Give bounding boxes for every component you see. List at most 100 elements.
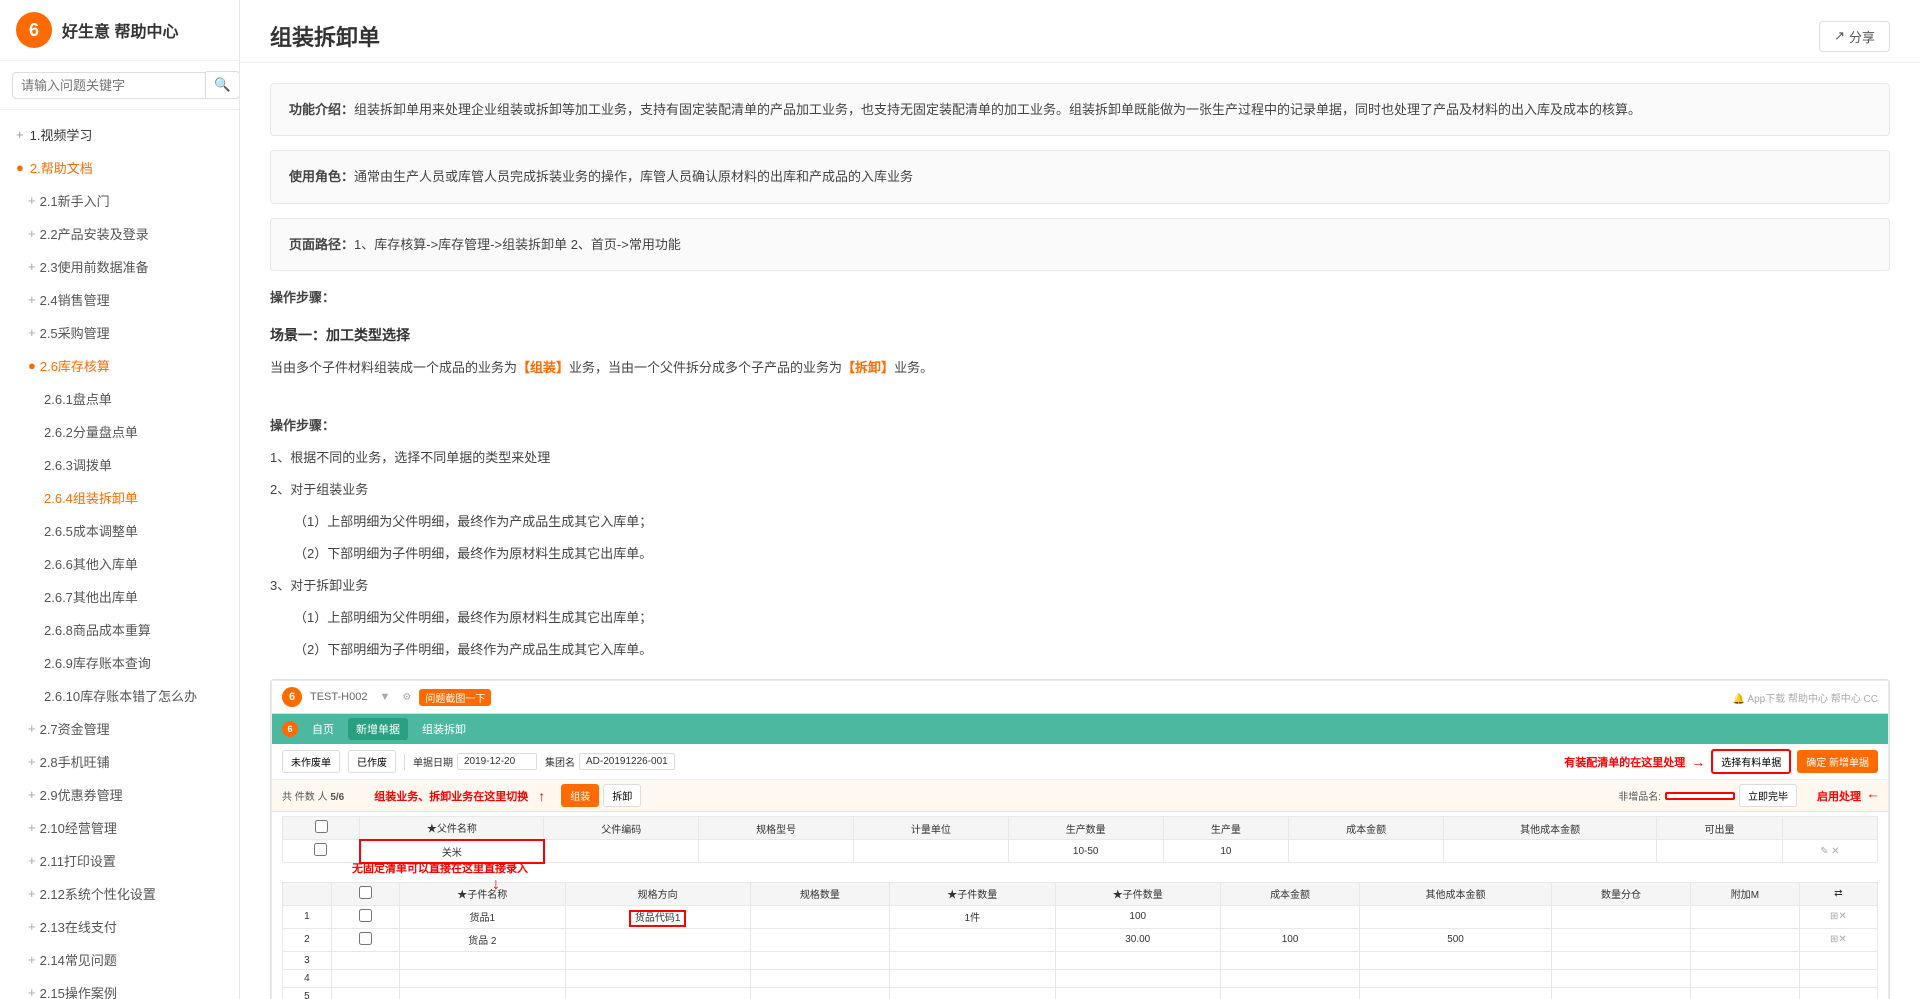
fake-app-logo: 6 (282, 687, 302, 707)
fake-badge-new: 问题截图一下 (419, 689, 491, 706)
fake-btn-assembly-type[interactable]: 组装 (561, 784, 599, 807)
search-box: 🔍 (0, 61, 239, 110)
sidebar-item-otherout[interactable]: 2.6.7其他出库单 (0, 580, 239, 613)
sidebar-item-settings[interactable]: + 2.12系统个性化设置 (0, 877, 239, 910)
ops-title: 操作步骤： (270, 290, 335, 305)
sidebar-item-costcalc[interactable]: 2.6.8商品成本重算 (0, 613, 239, 646)
child-cost-1 (1220, 905, 1359, 928)
parent-prodqty-cell: 10-50 (1008, 840, 1163, 863)
fake-nav-logo: 6 (282, 721, 298, 737)
bth-spec-dir: 规格方向 (565, 882, 750, 905)
bth-checkbox (331, 882, 399, 905)
fake-nav-home[interactable]: 自页 (304, 718, 342, 740)
step2-2: （2）下部明细为子件明细，最终作为原材料生成其它出库单。 (270, 541, 1890, 567)
share-button[interactable]: ↗ 分享 (1819, 21, 1890, 52)
table-row: 2 货品 2 30.00 100 500 (283, 928, 1878, 951)
sidebar-item-prepare[interactable]: + 2.3使用前数据准备 (0, 250, 239, 283)
th-avail: 可出量 (1657, 817, 1783, 840)
select-all-top[interactable] (315, 820, 328, 833)
sidebar-item-faq[interactable]: + 2.14常见问题 (0, 943, 239, 976)
plus-icon: + (28, 853, 36, 868)
child-qty1-1: 1件 (890, 905, 1055, 928)
sidebar-item-otherin[interactable]: 2.6.6其他入库单 (0, 547, 239, 580)
sidebar-item-coupon[interactable]: + 2.9优惠券管理 (0, 778, 239, 811)
sidebar-item-assembly[interactable]: 2.6.4组装拆卸单 (0, 481, 239, 514)
annotation4-label: 启用处理 (1817, 788, 1861, 804)
row-checkbox[interactable] (314, 843, 327, 856)
sidebar-item-sales[interactable]: + 2.4销售管理 (0, 283, 239, 316)
fake-btn-confirm[interactable]: 确定 新增单据 (1797, 750, 1878, 773)
share-label: 分享 (1849, 27, 1875, 46)
edit-icon[interactable]: ✎ (1820, 846, 1828, 857)
sidebar-item-label: 2.6.4组装拆卸单 (44, 488, 138, 507)
sidebar-item-docs[interactable]: ● 2.帮助文档 (0, 151, 239, 184)
bth-ops: ⇄ (1799, 882, 1877, 905)
parent-ops-cell: ✎ ✕ (1782, 840, 1877, 863)
sidebar-item-cases[interactable]: + 2.15操作案例 (0, 976, 239, 999)
sidebar-item-label: 2.3使用前数据准备 (40, 257, 149, 276)
sidebar-item-stocktake2[interactable]: 2.6.2分量盘点单 (0, 415, 239, 448)
fake-enable-text: 非增品名: (1618, 788, 1661, 803)
bth-spec-qty: 规格数量 (750, 882, 889, 905)
fake-btn-draft[interactable]: 未作废单 (282, 750, 340, 773)
sidebar-item-purchase[interactable]: + 2.5采购管理 (0, 316, 239, 349)
th-prod-qty: 生产数量 (1008, 817, 1163, 840)
bth-child-qty2: ★子件数量 (1055, 882, 1220, 905)
bth-child-name: ★子件名称 (400, 882, 565, 905)
del-icon[interactable]: ✕ (1838, 934, 1846, 945)
child-extra-2 (1691, 928, 1800, 951)
fake-btn-voided[interactable]: 已作废 (348, 750, 396, 773)
fake-enable-field[interactable] (1665, 792, 1735, 800)
fake-bottom-table-section: 无固定清单可以直接在这里直接录入 ↓ ★子件名称 规格方向 规格数量 (272, 868, 1888, 999)
fake-btn-select-bill[interactable]: 选择有料单据 (1711, 749, 1791, 774)
sidebar-item-install[interactable]: + 2.2产品安装及登录 (0, 217, 239, 250)
table-row: 1 货品1 货品代码1 1件 100 (283, 905, 1878, 928)
row-checkbox[interactable] (359, 932, 372, 945)
child-qty2-2: 30.00 (1055, 928, 1220, 951)
search-input[interactable] (12, 72, 206, 99)
sidebar-item-mobile[interactable]: + 2.8手机旺铺 (0, 745, 239, 778)
sidebar-item-operation[interactable]: + 2.10经营管理 (0, 811, 239, 844)
sidebar-item-label: 2.6.10库存账本错了怎么办 (44, 686, 197, 705)
sidebar-item-stockquery[interactable]: 2.6.9库存账本查询 (0, 646, 239, 679)
sidebar-item-newbie[interactable]: + 2.1新手入门 (0, 184, 239, 217)
path-label: 页面路径： (289, 237, 354, 252)
plus-icon: + (28, 820, 36, 835)
step3: 3、对于拆卸业务 (270, 573, 1890, 599)
intro-label: 功能介绍： (289, 102, 354, 117)
step1: 1、根据不同的业务，选择不同单据的类型来处理 (270, 445, 1890, 471)
th-parent-code: 父件编码 (544, 817, 699, 840)
sidebar-item-online[interactable]: + 2.13在线支付 (0, 910, 239, 943)
search-button[interactable]: 🔍 (206, 71, 240, 99)
row-checkbox[interactable] (359, 909, 372, 922)
sidebar-item-stockerr[interactable]: 2.6.10库存账本错了怎么办 (0, 679, 239, 712)
th-ops (1782, 817, 1877, 840)
delete-icon[interactable]: ✕ (1831, 846, 1839, 857)
fake-nav-assembly[interactable]: 组装拆卸 (414, 718, 474, 740)
annotation5-arrow: ↓ (492, 876, 500, 894)
step2: 2、对于组装业务 (270, 477, 1890, 503)
sidebar-item-inventory[interactable]: ● 2.6库存核算 (0, 349, 239, 382)
step3-1: （1）上部明细为父件明细，最终作为原材料生成其它出库单； (270, 605, 1890, 631)
sidebar-item-video[interactable]: + 1.视频学习 (0, 118, 239, 151)
sidebar-item-label: 2.2产品安装及登录 (40, 224, 149, 243)
sidebar-item-stocktake[interactable]: 2.6.1盘点单 (0, 382, 239, 415)
sidebar-item-print[interactable]: + 2.11打印设置 (0, 844, 239, 877)
table-row: 3 (283, 951, 1878, 969)
sidebar-item-label: 2.10经营管理 (40, 818, 117, 837)
del-icon[interactable]: ✕ (1838, 911, 1846, 922)
th-checkbox (283, 817, 360, 840)
fake-nav-new[interactable]: 新增单据 (348, 718, 408, 740)
logo-icon: 6 (16, 12, 52, 48)
fake-confirm-btn[interactable]: 立即完毕 (1739, 784, 1797, 807)
sidebar-item-label: 2.14常见问题 (40, 950, 117, 969)
intro-block: 功能介绍：组装拆卸单用来处理企业组装或拆卸等加工业务，支持有固定装配清单的产品加… (270, 83, 1890, 136)
steps-content: 操作步骤： 场景一：加工类型选择 当由多个子件材料组装成一个成品的业务为【组装】… (270, 285, 1890, 663)
sidebar-item-costadj[interactable]: 2.6.5成本调整单 (0, 514, 239, 547)
intro-text: 组装拆卸单用来处理企业组装或拆卸等加工业务，支持有固定装配清单的产品加工业务，也… (354, 102, 1641, 117)
sidebar-item-transfer[interactable]: 2.6.3调拨单 (0, 448, 239, 481)
th-prod-count: 生产量 (1163, 817, 1289, 840)
sidebar-item-finance[interactable]: + 2.7资金管理 (0, 712, 239, 745)
fake-btn-disassembly-type[interactable]: 拆卸 (603, 784, 641, 807)
select-all-bottom[interactable] (359, 886, 372, 899)
